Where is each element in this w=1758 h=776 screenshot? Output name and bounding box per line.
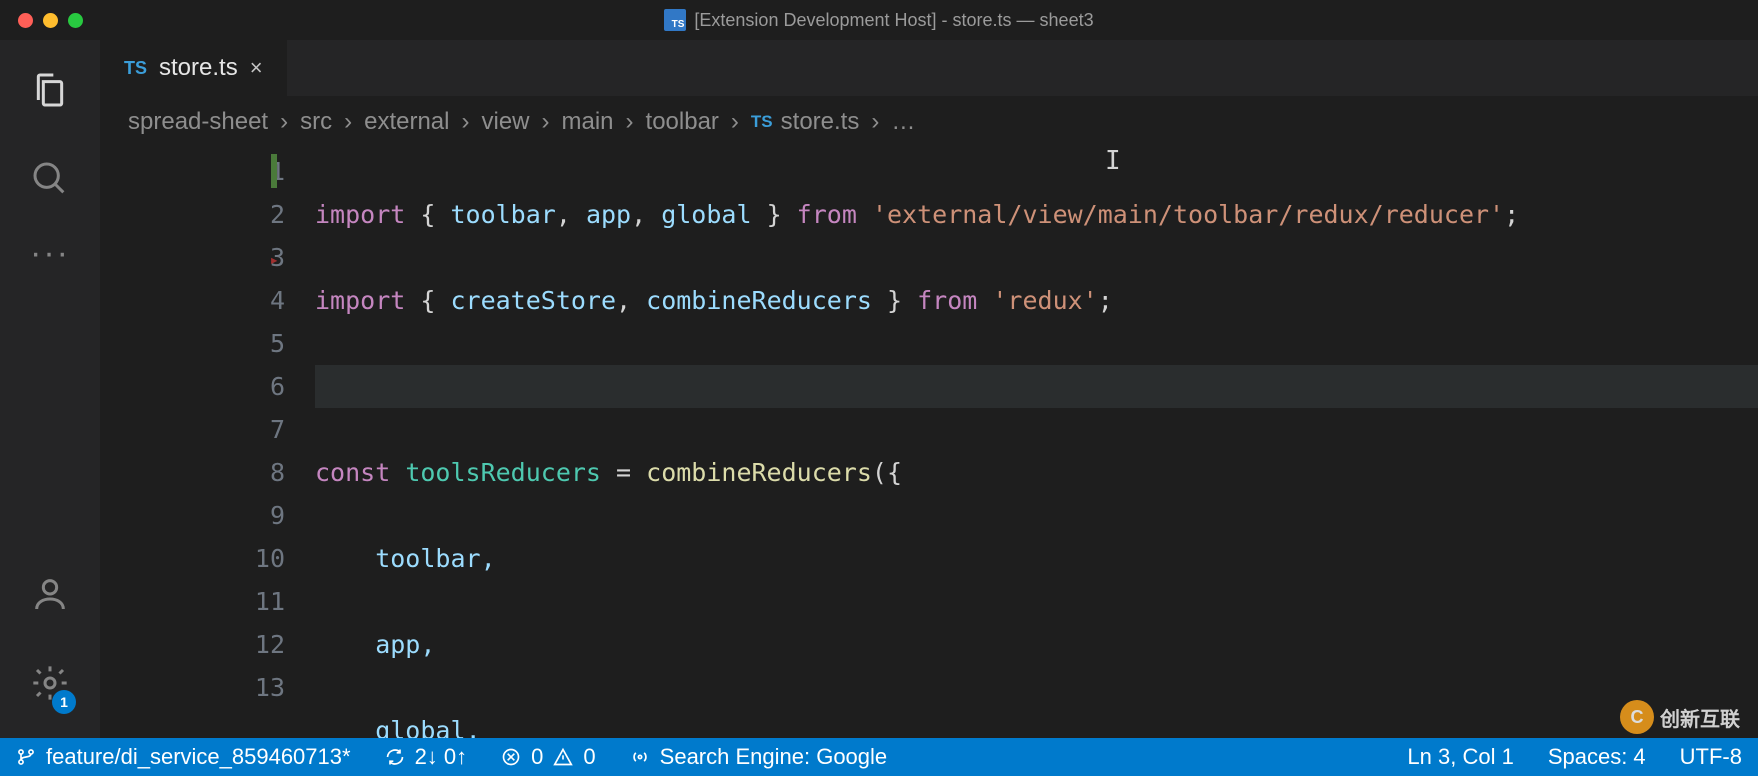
- code-line: const toolsReducers = combineReducers({: [315, 451, 1758, 494]
- sync-icon: [385, 747, 405, 767]
- breadcrumb-item[interactable]: external: [364, 108, 449, 136]
- breadcrumb-tail[interactable]: …: [891, 108, 915, 136]
- warning-count: 0: [583, 744, 595, 770]
- breadcrumb-item[interactable]: view: [481, 108, 529, 136]
- breadcrumb[interactable]: spread-sheet› src› external› view› main›…: [100, 96, 1758, 144]
- code-line: global,: [315, 709, 1758, 738]
- breadcrumb-item[interactable]: toolbar: [646, 108, 719, 136]
- tab-filename: store.ts: [159, 54, 238, 82]
- more-activity-icon[interactable]: ···: [30, 248, 70, 258]
- search-icon[interactable]: [30, 159, 70, 204]
- indentation-status[interactable]: Spaces: 4: [1548, 744, 1646, 770]
- tab-bar: TS store.ts ×: [100, 40, 1758, 96]
- typescript-file-icon: TS: [751, 112, 773, 132]
- watermark-logo-icon: C: [1620, 700, 1654, 734]
- code-line: toolbar,: [315, 537, 1758, 580]
- git-branch-name: feature/di_service_859460713*: [46, 744, 351, 770]
- breadcrumb-item[interactable]: main: [562, 108, 614, 136]
- titlebar: TS [Extension Development Host] - store.…: [0, 0, 1758, 40]
- window-title-text: [Extension Development Host] - store.ts …: [694, 10, 1093, 31]
- search-engine-text: Search Engine: Google: [660, 744, 888, 770]
- error-icon: [501, 747, 521, 767]
- code-line: app,: [315, 623, 1758, 666]
- error-count: 0: [531, 744, 543, 770]
- search-engine-status[interactable]: Search Engine: Google: [630, 744, 888, 770]
- code-editor[interactable]: 1 2 ▸3 4 5 6 7 8 9 10 11 12 13 import { …: [100, 144, 1758, 738]
- window-title: TS [Extension Development Host] - store.…: [0, 9, 1758, 31]
- sync-status[interactable]: 2↓ 0↑: [385, 744, 468, 770]
- typescript-file-icon: TS: [664, 9, 686, 31]
- code-content[interactable]: import { toolbar, app, global } from 'ex…: [315, 144, 1758, 738]
- settings-badge: 1: [52, 690, 76, 714]
- broadcast-icon: [630, 747, 650, 767]
- breadcrumb-file[interactable]: store.ts: [781, 108, 860, 136]
- tab-store-ts[interactable]: TS store.ts ×: [100, 40, 287, 96]
- sync-text: 2↓ 0↑: [415, 744, 468, 770]
- settings-icon[interactable]: 1: [30, 663, 70, 708]
- encoding-status[interactable]: UTF-8: [1680, 744, 1742, 770]
- status-bar: feature/di_service_859460713* 2↓ 0↑ 0 0 …: [0, 738, 1758, 776]
- watermark-text: 创新互联: [1660, 703, 1740, 732]
- explorer-icon[interactable]: [30, 70, 70, 115]
- line-gutter: 1 2 ▸3 4 5 6 7 8 9 10 11 12 13: [100, 144, 315, 738]
- editor-group: TS store.ts × spread-sheet› src› externa…: [100, 40, 1758, 738]
- breadcrumb-item[interactable]: src: [300, 108, 332, 136]
- git-branch-status[interactable]: feature/di_service_859460713*: [16, 744, 351, 770]
- code-line: import { toolbar, app, global } from 'ex…: [315, 193, 1758, 236]
- problems-status[interactable]: 0 0: [501, 744, 596, 770]
- cursor-icon: I: [1105, 144, 1121, 183]
- code-line: I: [315, 365, 1758, 408]
- breadcrumb-item[interactable]: spread-sheet: [128, 108, 268, 136]
- activity-bar: ··· 1: [0, 40, 100, 738]
- close-icon[interactable]: ×: [250, 55, 263, 81]
- warning-icon: [553, 747, 573, 767]
- code-line: import { createStore, combineReducers } …: [315, 279, 1758, 322]
- cursor-position[interactable]: Ln 3, Col 1: [1407, 744, 1513, 770]
- git-branch-icon: [16, 747, 36, 767]
- watermark: C 创新互联: [1620, 700, 1740, 734]
- account-icon[interactable]: [30, 574, 70, 619]
- typescript-file-icon: TS: [124, 58, 147, 79]
